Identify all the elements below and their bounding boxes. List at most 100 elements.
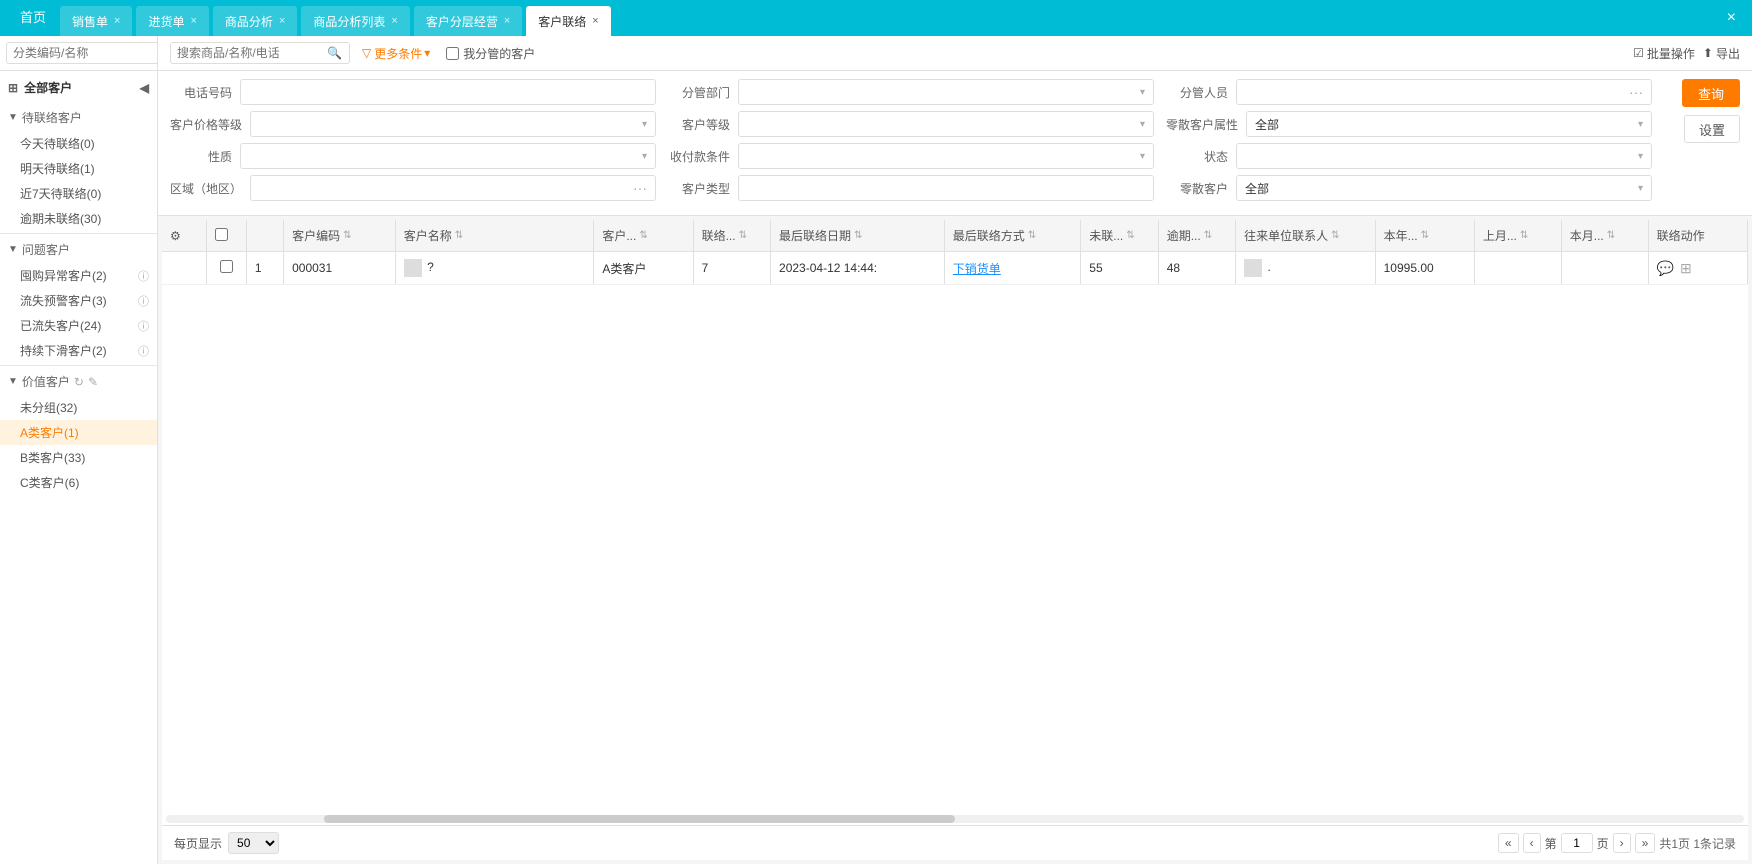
nav-tab-sales[interactable]: 销售单 × bbox=[60, 6, 132, 36]
sidebar-group-problem[interactable]: ▼ 问题客户 bbox=[0, 236, 157, 263]
help-icon-churned[interactable]: ⓘ bbox=[138, 318, 149, 334]
sidebar-collapse-button[interactable]: ◀ bbox=[140, 81, 149, 95]
my-customers-filter[interactable]: 我分管的客户 bbox=[446, 45, 535, 62]
filter-toolbar: 🔍 ▽ 更多条件 ▾ 我分管的客户 ☑ 批量操作 ⬆ 导出 bbox=[158, 36, 1752, 71]
chat-icon[interactable]: 💬 bbox=[1657, 260, 1674, 277]
th-last-date[interactable]: 最后联络日期 ⇅ bbox=[771, 220, 945, 252]
my-customers-checkbox[interactable] bbox=[446, 47, 459, 60]
sort-icon-unit-contact: ⇅ bbox=[1331, 230, 1339, 241]
select-all-checkbox[interactable] bbox=[215, 228, 228, 241]
filter-select-nature[interactable]: ▾ bbox=[240, 143, 656, 169]
sidebar-item-abnormal[interactable]: 囤购异常客户(2) ⓘ bbox=[0, 263, 157, 288]
next-page-button[interactable]: › bbox=[1613, 833, 1631, 853]
batch-op-button[interactable]: ☑ 批量操作 bbox=[1633, 45, 1695, 62]
filter-search-icon[interactable]: 🔍 bbox=[327, 46, 342, 60]
filter-select-payment[interactable]: ▾ bbox=[738, 143, 1154, 169]
sidebar-item-7days[interactable]: 近7天待联络(0) bbox=[0, 181, 157, 206]
th-no-contact[interactable]: 未联... ⇅ bbox=[1081, 220, 1158, 252]
th-contact[interactable]: 联络... ⇅ bbox=[693, 220, 770, 252]
query-button[interactable]: 查询 bbox=[1682, 79, 1740, 107]
content-area: 🔍 ▽ 更多条件 ▾ 我分管的客户 ☑ 批量操作 ⬆ 导出 bbox=[158, 36, 1752, 864]
sidebar-item-declining[interactable]: 持续下滑客户(2) ⓘ bbox=[0, 338, 157, 363]
sidebar-item-churned[interactable]: 已流失客户(24) ⓘ bbox=[0, 313, 157, 338]
nav-tab-customer-contact[interactable]: 客户联络 × bbox=[526, 6, 610, 36]
sidebar-item-ungrouped[interactable]: 未分组(32) bbox=[0, 395, 157, 420]
sidebar-item-churn-warn[interactable]: 流失预警客户(3) ⓘ bbox=[0, 288, 157, 313]
close-tab-analysis[interactable]: × bbox=[279, 15, 285, 27]
td-name[interactable]: ? bbox=[395, 252, 594, 285]
settings-button[interactable]: 设置 bbox=[1684, 115, 1740, 143]
filter-select-customer-level[interactable]: ▾ bbox=[738, 111, 1154, 137]
sidebar-item-class-b[interactable]: B类客户(33) bbox=[0, 445, 157, 470]
filter-field-cust-type: 客户类型 bbox=[668, 175, 1154, 201]
sidebar-item-overdue[interactable]: 逾期未联络(30) bbox=[0, 206, 157, 231]
close-tab-customer-tier[interactable]: × bbox=[504, 15, 510, 27]
close-all-tabs[interactable]: × bbox=[1719, 9, 1744, 27]
sidebar-item-class-c[interactable]: C类客户(6) bbox=[0, 470, 157, 495]
help-icon-churn-warn[interactable]: ⓘ bbox=[138, 293, 149, 309]
filter-select-manager[interactable]: ··· bbox=[1236, 79, 1652, 105]
horizontal-scrollbar[interactable] bbox=[166, 815, 1744, 823]
filter-input-cust-type[interactable] bbox=[738, 175, 1154, 201]
filter-label-cust-type: 客户类型 bbox=[668, 180, 738, 197]
nav-home[interactable]: 首页 bbox=[8, 0, 58, 36]
chevron-down-icon: ▾ bbox=[424, 46, 430, 60]
filter-field-retail-attr: 零散客户属性 全部 ▾ bbox=[1166, 111, 1652, 137]
nav-tab-analysis[interactable]: 商品分析 × bbox=[213, 6, 297, 36]
page-size-select[interactable]: 50 100 200 bbox=[228, 832, 279, 854]
close-tab-analysis-list[interactable]: × bbox=[391, 15, 397, 27]
close-tab-purchase[interactable]: × bbox=[190, 15, 196, 27]
filter-select-retail[interactable]: 全部 ▾ bbox=[1236, 175, 1652, 201]
sidebar-all-customers[interactable]: ⊞ 全部客户 ◀ bbox=[0, 71, 157, 104]
sidebar-item-tomorrow[interactable]: 明天待联络(1) bbox=[0, 156, 157, 181]
nav-tab-customer-tier[interactable]: 客户分层经营 × bbox=[414, 6, 522, 36]
close-tab-sales[interactable]: × bbox=[114, 15, 120, 27]
last-page-button[interactable]: » bbox=[1635, 833, 1656, 853]
th-overdue[interactable]: 逾期... ⇅ bbox=[1158, 220, 1235, 252]
th-last-method[interactable]: 最后联络方式 ⇅ bbox=[944, 220, 1081, 252]
th-code[interactable]: 客户编码 ⇅ bbox=[284, 220, 396, 252]
sidebar-group-pending[interactable]: ▼ 待联络客户 bbox=[0, 104, 157, 131]
filter-select-retail-attr[interactable]: 全部 ▾ bbox=[1246, 111, 1652, 137]
filter-select-dept[interactable]: ▾ bbox=[738, 79, 1154, 105]
th-last-month[interactable]: 上月... ⇅ bbox=[1474, 220, 1561, 252]
sidebar-search-input[interactable] bbox=[6, 42, 158, 64]
th-name[interactable]: 客户名称 ⇅ bbox=[395, 220, 594, 252]
th-this-month[interactable]: 本月... ⇅ bbox=[1561, 220, 1648, 252]
td-last-method[interactable]: 下销货单 bbox=[944, 252, 1081, 285]
refresh-icon[interactable]: ↻ bbox=[74, 375, 84, 389]
first-page-button[interactable]: « bbox=[1498, 833, 1519, 853]
th-unit-contact[interactable]: 往来单位联系人 ⇅ bbox=[1236, 220, 1375, 252]
arrow-payment: ▾ bbox=[1140, 151, 1145, 162]
prev-page-button[interactable]: ‹ bbox=[1523, 833, 1541, 853]
help-icon-abnormal[interactable]: ⓘ bbox=[138, 268, 149, 284]
edit-group-icon[interactable]: ✎ bbox=[88, 375, 98, 389]
filter-select-region[interactable]: ··· bbox=[250, 175, 656, 201]
filter-search-input[interactable] bbox=[177, 46, 327, 60]
th-this-year[interactable]: 本年... ⇅ bbox=[1375, 220, 1474, 252]
filter-label-retail-attr: 零散客户属性 bbox=[1166, 116, 1246, 133]
close-tab-customer-contact[interactable]: × bbox=[592, 15, 598, 27]
td-checkbox[interactable] bbox=[207, 252, 247, 285]
nav-tab-analysis-list[interactable]: 商品分析列表 × bbox=[301, 6, 409, 36]
td-code: 000031 bbox=[284, 252, 396, 285]
grid-action-icon[interactable]: ⊞ bbox=[1680, 260, 1692, 277]
page-input[interactable] bbox=[1561, 833, 1593, 853]
scroll-area[interactable]: ⚙ 客户编码 ⇅ bbox=[162, 220, 1748, 813]
help-icon-declining[interactable]: ⓘ bbox=[138, 343, 149, 359]
filter-more-button[interactable]: ▽ 更多条件 ▾ bbox=[362, 45, 430, 62]
nav-tab-purchase[interactable]: 进货单 × bbox=[136, 6, 208, 36]
th-checkbox[interactable] bbox=[207, 220, 247, 252]
sidebar-item-class-a[interactable]: A类客户(1) bbox=[0, 420, 157, 445]
export-button[interactable]: ⬆ 导出 bbox=[1703, 45, 1740, 62]
sidebar-group-value[interactable]: ▼ 价值客户 ↻ ✎ bbox=[0, 368, 157, 395]
top-nav: 首页 销售单 × 进货单 × 商品分析 × 商品分析列表 × 客户分层经营 × … bbox=[0, 0, 1752, 36]
filter-select-price-level[interactable]: ▾ bbox=[250, 111, 656, 137]
last-method-link[interactable]: 下销货单 bbox=[953, 262, 1001, 276]
filter-input-phone[interactable] bbox=[240, 79, 656, 105]
th-type[interactable]: 客户... ⇅ bbox=[594, 220, 693, 252]
th-settings[interactable]: ⚙ bbox=[162, 220, 207, 252]
filter-select-status[interactable]: ▾ bbox=[1236, 143, 1652, 169]
row-checkbox[interactable] bbox=[220, 260, 233, 273]
sidebar-item-today[interactable]: 今天待联络(0) bbox=[0, 131, 157, 156]
